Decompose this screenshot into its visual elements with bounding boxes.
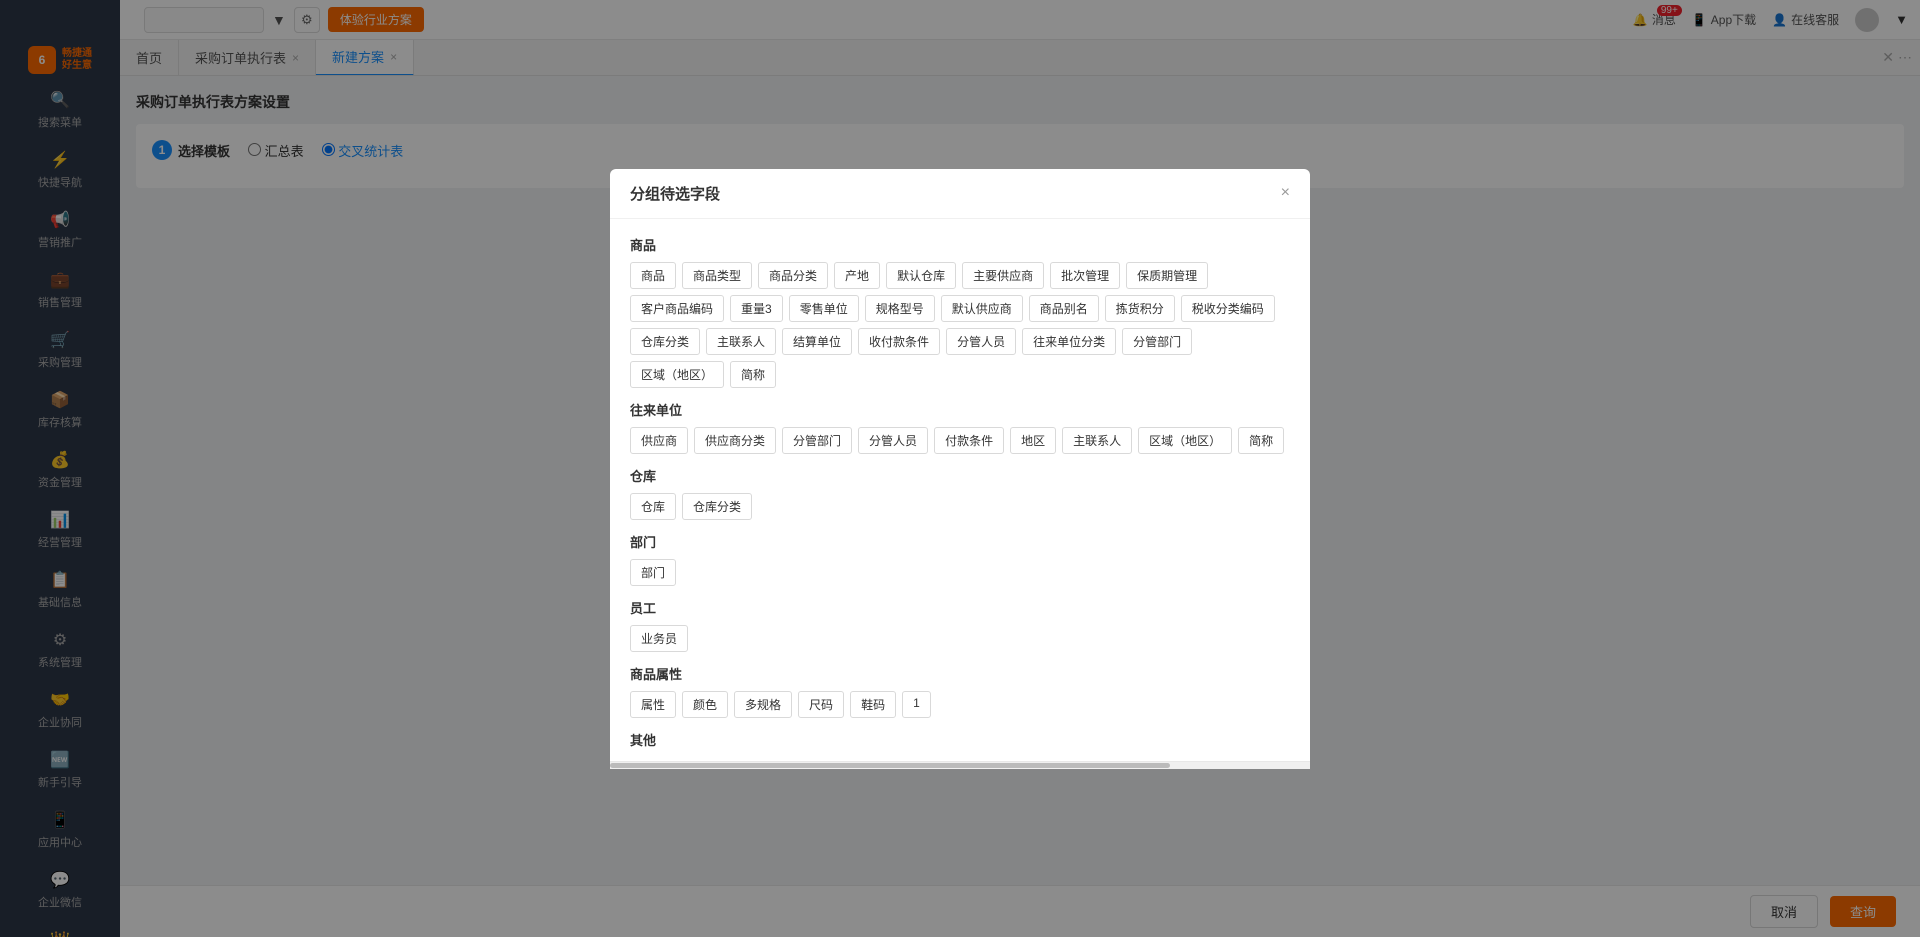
field-tag-3-0[interactable]: 部门 (630, 559, 676, 586)
field-tag-0-6[interactable]: 批次管理 (1050, 262, 1120, 289)
field-tag-5-0[interactable]: 属性 (630, 691, 676, 718)
field-group-title-0: 商品 (630, 235, 1290, 254)
field-tag-1-0[interactable]: 供应商 (630, 427, 688, 454)
field-tag-0-10[interactable]: 零售单位 (789, 295, 859, 322)
field-tag-0-11[interactable]: 规格型号 (865, 295, 935, 322)
modal-hscrollbar[interactable] (610, 761, 1310, 769)
field-tag-0-1[interactable]: 商品类型 (682, 262, 752, 289)
field-tag-0-7[interactable]: 保质期管理 (1126, 262, 1208, 289)
field-tag-5-2[interactable]: 多规格 (734, 691, 792, 718)
field-group-title-4: 员工 (630, 598, 1290, 617)
modal-header: 分组待选字段 × (610, 169, 1310, 219)
field-tag-1-4[interactable]: 付款条件 (934, 427, 1004, 454)
field-tag-0-24[interactable]: 简称 (730, 361, 776, 388)
field-tag-5-5[interactable]: 1 (902, 691, 931, 718)
field-group-title-2: 仓库 (630, 466, 1290, 485)
field-tag-0-20[interactable]: 分管人员 (946, 328, 1016, 355)
modal-close-button[interactable]: × (1281, 184, 1290, 202)
field-tag-1-2[interactable]: 分管部门 (782, 427, 852, 454)
field-group-title-1: 往来单位 (630, 400, 1290, 419)
field-group-tags-3: 部门 (630, 559, 1290, 586)
modal-title: 分组待选字段 (630, 183, 720, 204)
field-tag-0-13[interactable]: 商品别名 (1029, 295, 1099, 322)
field-group-tags-1: 供应商供应商分类分管部门分管人员付款条件地区主联系人区域（地区）简称 (630, 427, 1290, 454)
field-tag-0-16[interactable]: 仓库分类 (630, 328, 700, 355)
field-tag-0-9[interactable]: 重量3 (730, 295, 783, 322)
field-tag-1-6[interactable]: 主联系人 (1062, 427, 1132, 454)
field-tag-0-2[interactable]: 商品分类 (758, 262, 828, 289)
field-tag-2-1[interactable]: 仓库分类 (682, 493, 752, 520)
field-tag-0-19[interactable]: 收付款条件 (858, 328, 940, 355)
field-tag-1-7[interactable]: 区域（地区） (1138, 427, 1232, 454)
field-group-title-3: 部门 (630, 532, 1290, 551)
field-tag-5-1[interactable]: 颜色 (682, 691, 728, 718)
field-group-tags-2: 仓库仓库分类 (630, 493, 1290, 520)
field-tag-1-5[interactable]: 地区 (1010, 427, 1056, 454)
modal-dialog: 分组待选字段 × 商品商品商品类型商品分类产地默认仓库主要供应商批次管理保质期管… (610, 169, 1310, 769)
field-tag-0-12[interactable]: 默认供应商 (941, 295, 1023, 322)
field-tag-0-0[interactable]: 商品 (630, 262, 676, 289)
field-tag-0-22[interactable]: 分管部门 (1122, 328, 1192, 355)
modal-body: 商品商品商品类型商品分类产地默认仓库主要供应商批次管理保质期管理客户商品编码重量… (610, 219, 1310, 761)
field-tag-0-5[interactable]: 主要供应商 (962, 262, 1044, 289)
field-tag-0-21[interactable]: 往来单位分类 (1022, 328, 1116, 355)
field-tag-1-3[interactable]: 分管人员 (858, 427, 928, 454)
field-tag-2-0[interactable]: 仓库 (630, 493, 676, 520)
field-tag-0-17[interactable]: 主联系人 (706, 328, 776, 355)
field-group-title-5: 商品属性 (630, 664, 1290, 683)
field-group-title-6: 其他 (630, 730, 1290, 749)
field-tag-5-4[interactable]: 鞋码 (850, 691, 896, 718)
field-tag-0-8[interactable]: 客户商品编码 (630, 295, 724, 322)
field-tag-0-4[interactable]: 默认仓库 (886, 262, 956, 289)
field-tag-1-1[interactable]: 供应商分类 (694, 427, 776, 454)
field-tag-4-0[interactable]: 业务员 (630, 625, 688, 652)
field-tag-0-3[interactable]: 产地 (834, 262, 880, 289)
field-tag-0-18[interactable]: 结算单位 (782, 328, 852, 355)
field-group-tags-4: 业务员 (630, 625, 1290, 652)
modal-overlay[interactable]: 分组待选字段 × 商品商品商品类型商品分类产地默认仓库主要供应商批次管理保质期管… (0, 0, 1920, 937)
field-tag-0-14[interactable]: 拣货积分 (1105, 295, 1175, 322)
field-tag-1-8[interactable]: 简称 (1238, 427, 1284, 454)
field-tag-5-3[interactable]: 尺码 (798, 691, 844, 718)
field-tag-0-15[interactable]: 税收分类编码 (1181, 295, 1275, 322)
field-tag-0-23[interactable]: 区域（地区） (630, 361, 724, 388)
field-group-tags-0: 商品商品类型商品分类产地默认仓库主要供应商批次管理保质期管理客户商品编码重量3零… (630, 262, 1290, 388)
field-group-tags-5: 属性颜色多规格尺码鞋码1 (630, 691, 1290, 718)
